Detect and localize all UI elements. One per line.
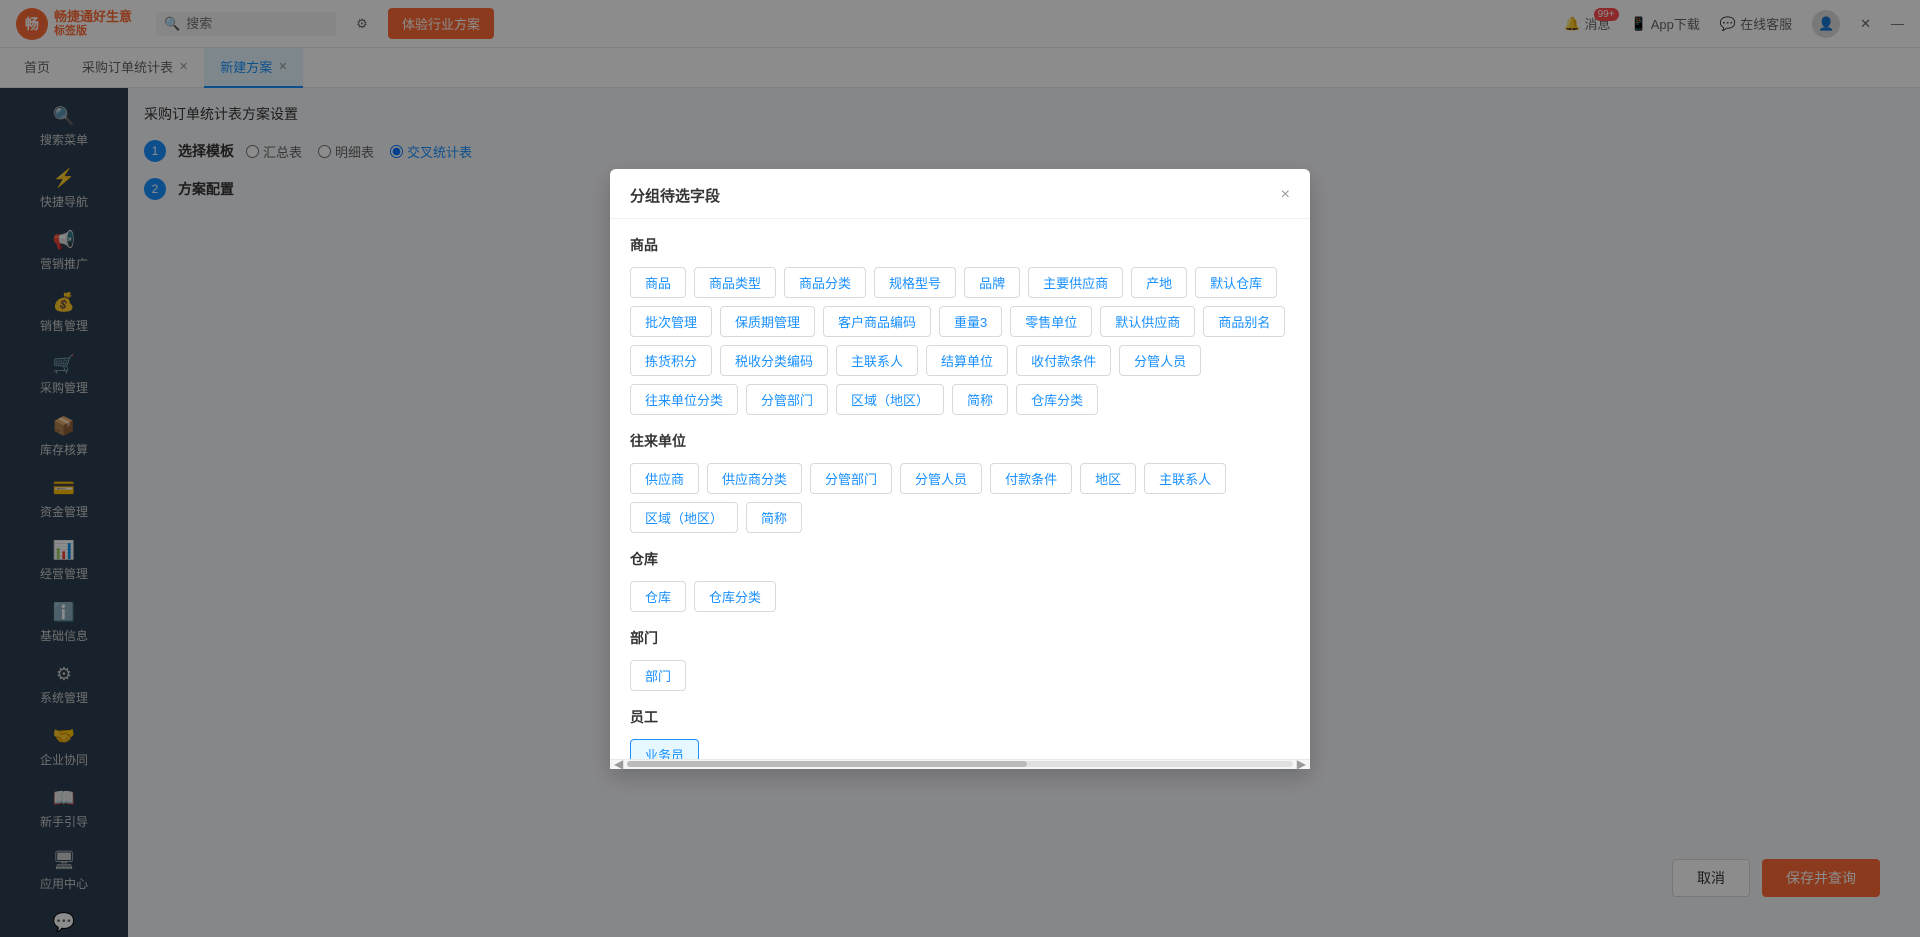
- field-batch-mgmt[interactable]: 批次管理: [630, 306, 712, 337]
- field-supplier[interactable]: 供应商: [630, 463, 699, 494]
- group-field-dialog: 分组待选字段 × 商品 商品 商品类型 商品分类 规格型号 品牌 主要供应商 产…: [610, 169, 1310, 769]
- field-product-category[interactable]: 商品分类: [784, 267, 866, 298]
- field-customer-code[interactable]: 客户商品编码: [823, 306, 931, 337]
- field-main-supplier[interactable]: 主要供应商: [1028, 267, 1123, 298]
- field-product-type[interactable]: 商品类型: [694, 267, 776, 298]
- field-partner-category[interactable]: 往来单位分类: [630, 384, 738, 415]
- field-weight[interactable]: 重量3: [939, 306, 1002, 337]
- dialog-body: 商品 商品 商品类型 商品分类 规格型号 品牌 主要供应商 产地 默认仓库 批次…: [610, 219, 1310, 759]
- field-manage-dept[interactable]: 分管部门: [746, 384, 828, 415]
- field-partner-dept[interactable]: 分管部门: [810, 463, 892, 494]
- scroll-right-arrow[interactable]: ▶: [1297, 757, 1306, 771]
- category-product-title: 商品: [630, 235, 1290, 255]
- dialog-header: 分组待选字段 ×: [610, 169, 1310, 219]
- scrollbar-thumb[interactable]: [627, 761, 1026, 767]
- field-origin[interactable]: 产地: [1131, 267, 1187, 298]
- field-main-contact[interactable]: 主联系人: [836, 345, 918, 376]
- dialog-horizontal-scrollbar[interactable]: ◀ ▶: [610, 759, 1310, 769]
- warehouse-fields-grid: 仓库 仓库分类: [630, 581, 1290, 612]
- field-default-warehouse[interactable]: 默认仓库: [1195, 267, 1277, 298]
- dept-fields-grid: 部门: [630, 660, 1290, 691]
- field-product-alias[interactable]: 商品别名: [1203, 306, 1285, 337]
- field-payment-cond[interactable]: 付款条件: [990, 463, 1072, 494]
- scroll-left-arrow[interactable]: ◀: [614, 757, 623, 771]
- field-abbr[interactable]: 简称: [952, 384, 1008, 415]
- partner-fields-grid: 供应商 供应商分类 分管部门 分管人员 付款条件 地区 主联系人 区域（地区） …: [630, 463, 1290, 533]
- field-salesperson[interactable]: 业务员: [630, 739, 699, 759]
- dialog-title: 分组待选字段: [630, 185, 720, 206]
- field-region2[interactable]: 区域（地区）: [630, 502, 738, 533]
- scrollbar-track: [627, 761, 1293, 767]
- field-default-supplier[interactable]: 默认供应商: [1100, 306, 1195, 337]
- field-pick-score[interactable]: 拣货积分: [630, 345, 712, 376]
- field-area[interactable]: 地区: [1080, 463, 1136, 494]
- field-tax-code[interactable]: 税收分类编码: [720, 345, 828, 376]
- field-supplier-category[interactable]: 供应商分类: [707, 463, 802, 494]
- dialog-close-button[interactable]: ×: [1281, 186, 1290, 204]
- field-warehouse-cat[interactable]: 仓库分类: [694, 581, 776, 612]
- field-abbr2[interactable]: 简称: [746, 502, 802, 533]
- field-settlement-unit[interactable]: 结算单位: [926, 345, 1008, 376]
- category-dept-title: 部门: [630, 628, 1290, 648]
- field-product[interactable]: 商品: [630, 267, 686, 298]
- field-manager[interactable]: 分管人员: [1119, 345, 1201, 376]
- field-warehouse[interactable]: 仓库: [630, 581, 686, 612]
- product-fields-grid: 商品 商品类型 商品分类 规格型号 品牌 主要供应商 产地 默认仓库 批次管理 …: [630, 267, 1290, 415]
- field-spec-model[interactable]: 规格型号: [874, 267, 956, 298]
- field-main-contact2[interactable]: 主联系人: [1144, 463, 1226, 494]
- field-partner-person[interactable]: 分管人员: [900, 463, 982, 494]
- field-payment-terms[interactable]: 收付款条件: [1016, 345, 1111, 376]
- field-dept[interactable]: 部门: [630, 660, 686, 691]
- field-brand[interactable]: 品牌: [964, 267, 1020, 298]
- field-warehouse-category[interactable]: 仓库分类: [1016, 384, 1098, 415]
- category-partner-title: 往来单位: [630, 431, 1290, 451]
- staff-fields-grid: 业务员: [630, 739, 1290, 759]
- field-shelf-life[interactable]: 保质期管理: [720, 306, 815, 337]
- category-warehouse-title: 仓库: [630, 549, 1290, 569]
- category-staff-title: 员工: [630, 707, 1290, 727]
- field-retail-unit[interactable]: 零售单位: [1010, 306, 1092, 337]
- field-region[interactable]: 区域（地区）: [836, 384, 944, 415]
